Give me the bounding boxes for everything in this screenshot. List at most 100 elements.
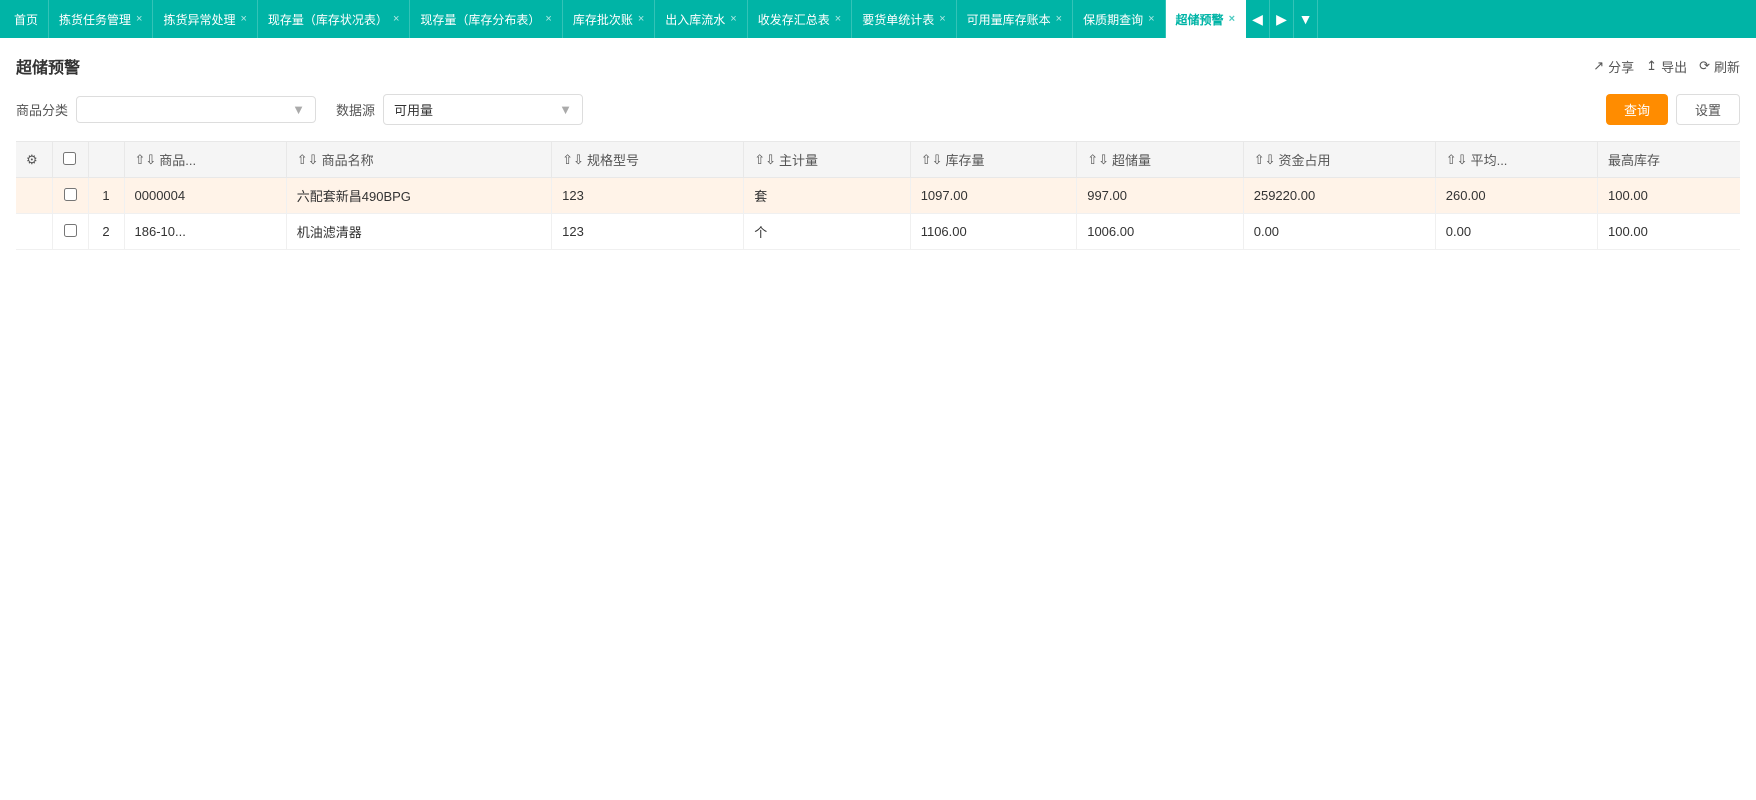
share-action[interactable]: ↗ 分享: [1593, 57, 1634, 76]
refresh-icon: ⟳: [1699, 58, 1710, 74]
row-unit: 套: [744, 178, 911, 214]
nav-more-arrow[interactable]: ▼: [1294, 0, 1318, 38]
nav-next-arrow[interactable]: ▶: [1270, 0, 1294, 38]
settings-gear-icon: ⚙: [26, 152, 38, 167]
col-stock-qty[interactable]: ⇧⇩ 库存量: [910, 142, 1077, 178]
datasource-label: 数据源: [336, 100, 375, 119]
table-header-row: ⚙ ⇧⇩ 商品... ⇧⇩ 商品名称: [16, 142, 1740, 178]
row-avg: 0.00: [1435, 214, 1597, 250]
col-checkbox-header[interactable]: [52, 142, 88, 178]
sort-overstock-qty[interactable]: ⇧⇩ 超储量: [1087, 150, 1151, 169]
row-capital-occ: 259220.00: [1243, 178, 1435, 214]
col-unit[interactable]: ⇧⇩ 主计量: [744, 142, 911, 178]
col-settings[interactable]: ⚙: [16, 142, 52, 178]
tab-stock-batch[interactable]: 库存批次账 ×: [563, 0, 655, 38]
filter-bar: 商品分类 ▼ 数据源 可用量 ▼ 查询 设置: [16, 94, 1740, 125]
category-filter: 商品分类 ▼: [16, 96, 316, 123]
row-spec: 123: [552, 214, 744, 250]
sort-sku-code[interactable]: ⇧⇩ 商品...: [135, 150, 197, 169]
category-select[interactable]: ▼: [76, 96, 316, 123]
row-sku-code: 0000004: [124, 178, 286, 214]
row-max-stock: 100.00: [1598, 214, 1740, 250]
row-sku-name: 六配套新昌490BPG: [286, 178, 551, 214]
sort-avg[interactable]: ⇧⇩ 平均...: [1446, 150, 1508, 169]
tab-stock-dist[interactable]: 现存量（库存分布表） ×: [410, 0, 562, 38]
close-tab-stock-status[interactable]: ×: [393, 13, 399, 25]
sort-stock-qty[interactable]: ⇧⇩ 库存量: [921, 150, 985, 169]
close-tab-task-mgmt[interactable]: ×: [136, 13, 142, 25]
tab-stock-status[interactable]: 现存量（库存状况表） ×: [258, 0, 410, 38]
close-tab-order-stats[interactable]: ×: [939, 13, 945, 25]
header-actions: ↗ 分享 ↥ 导出 ⟳ 刷新: [1593, 57, 1740, 76]
row-checkbox-cell[interactable]: [52, 178, 88, 214]
row-no: 1: [88, 178, 124, 214]
close-tab-abnormal[interactable]: ×: [240, 13, 246, 25]
top-nav: 首页 拣货任务管理 × 拣货异常处理 × 现存量（库存状况表） × 现存量（库存…: [0, 0, 1756, 38]
col-spec[interactable]: ⇧⇩ 规格型号: [552, 142, 744, 178]
export-action[interactable]: ↥ 导出: [1646, 57, 1687, 76]
row-stock-qty: 1106.00: [910, 214, 1077, 250]
close-tab-stock-batch[interactable]: ×: [638, 13, 644, 25]
col-avg[interactable]: ⇧⇩ 平均...: [1435, 142, 1597, 178]
row-sku-name: 机油滤清器: [286, 214, 551, 250]
tab-overstock[interactable]: 超储预警 ×: [1166, 0, 1246, 38]
row-no: 2: [88, 214, 124, 250]
datasource-filter: 数据源 可用量 ▼: [336, 94, 583, 125]
tab-avail-account[interactable]: 可用量库存账本 ×: [957, 0, 1073, 38]
tab-order-stats[interactable]: 要货单统计表 ×: [852, 0, 956, 38]
select-all-checkbox[interactable]: [63, 152, 76, 165]
row-settings: [16, 214, 52, 250]
category-label: 商品分类: [16, 100, 68, 119]
tab-recv-summary[interactable]: 收发存汇总表 ×: [748, 0, 852, 38]
sort-unit[interactable]: ⇧⇩ 主计量: [754, 150, 818, 169]
row-capital-occ: 0.00: [1243, 214, 1435, 250]
close-tab-avail-account[interactable]: ×: [1056, 13, 1062, 25]
data-table: ⚙ ⇧⇩ 商品... ⇧⇩ 商品名称: [16, 141, 1740, 250]
col-max-stock[interactable]: 最高库存: [1598, 142, 1740, 178]
export-icon: ↥: [1646, 58, 1657, 74]
tab-task-mgmt[interactable]: 拣货任务管理 ×: [49, 0, 153, 38]
table-row: 2 186-10... 机油滤清器 123 个 1106.00 1006.00 …: [16, 214, 1740, 250]
share-icon: ↗: [1593, 58, 1604, 74]
row-stock-qty: 1097.00: [910, 178, 1077, 214]
row-sku-code: 186-10...: [124, 214, 286, 250]
row-spec: 123: [552, 178, 744, 214]
col-sku-code[interactable]: ⇧⇩ 商品...: [124, 142, 286, 178]
close-tab-inout-flow[interactable]: ×: [730, 13, 736, 25]
filter-actions: 查询 设置: [1606, 94, 1740, 125]
row-checkbox[interactable]: [64, 224, 77, 237]
tab-home[interactable]: 首页: [4, 0, 49, 38]
row-max-stock: 100.00: [1598, 178, 1740, 214]
col-sku-name[interactable]: ⇧⇩ 商品名称: [286, 142, 551, 178]
datasource-select[interactable]: 可用量 ▼: [383, 94, 583, 125]
sort-capital-occ[interactable]: ⇧⇩ 资金占用: [1254, 150, 1331, 169]
close-tab-stock-dist[interactable]: ×: [545, 13, 551, 25]
page-title: 超储预警: [16, 54, 80, 78]
col-capital-occ[interactable]: ⇧⇩ 资金占用: [1243, 142, 1435, 178]
close-tab-quality-check[interactable]: ×: [1148, 13, 1154, 25]
row-avg: 260.00: [1435, 178, 1597, 214]
row-checkbox[interactable]: [64, 188, 77, 201]
close-tab-overstock[interactable]: ×: [1229, 13, 1235, 25]
col-overstock-qty[interactable]: ⇧⇩ 超储量: [1077, 142, 1244, 178]
nav-prev-arrow[interactable]: ◀: [1246, 0, 1270, 38]
tab-inout-flow[interactable]: 出入库流水 ×: [655, 0, 747, 38]
tab-abnormal[interactable]: 拣货异常处理 ×: [153, 0, 257, 38]
col-no: [88, 142, 124, 178]
row-overstock-qty: 1006.00: [1077, 214, 1244, 250]
table-row: 1 0000004 六配套新昌490BPG 123 套 1097.00 997.…: [16, 178, 1740, 214]
settings-button[interactable]: 设置: [1676, 94, 1740, 125]
sort-max-stock[interactable]: 最高库存: [1608, 150, 1660, 169]
sort-sku-name[interactable]: ⇧⇩ 商品名称: [297, 150, 374, 169]
datasource-select-value: 可用量: [394, 100, 433, 119]
datasource-chevron-icon: ▼: [559, 102, 572, 117]
row-checkbox-cell[interactable]: [52, 214, 88, 250]
row-settings: [16, 178, 52, 214]
tab-quality-check[interactable]: 保质期查询 ×: [1073, 0, 1165, 38]
close-tab-recv-summary[interactable]: ×: [835, 13, 841, 25]
sort-spec[interactable]: ⇧⇩ 规格型号: [562, 150, 639, 169]
row-overstock-qty: 997.00: [1077, 178, 1244, 214]
row-unit: 个: [744, 214, 911, 250]
query-button[interactable]: 查询: [1606, 94, 1668, 125]
refresh-action[interactable]: ⟳ 刷新: [1699, 57, 1740, 76]
